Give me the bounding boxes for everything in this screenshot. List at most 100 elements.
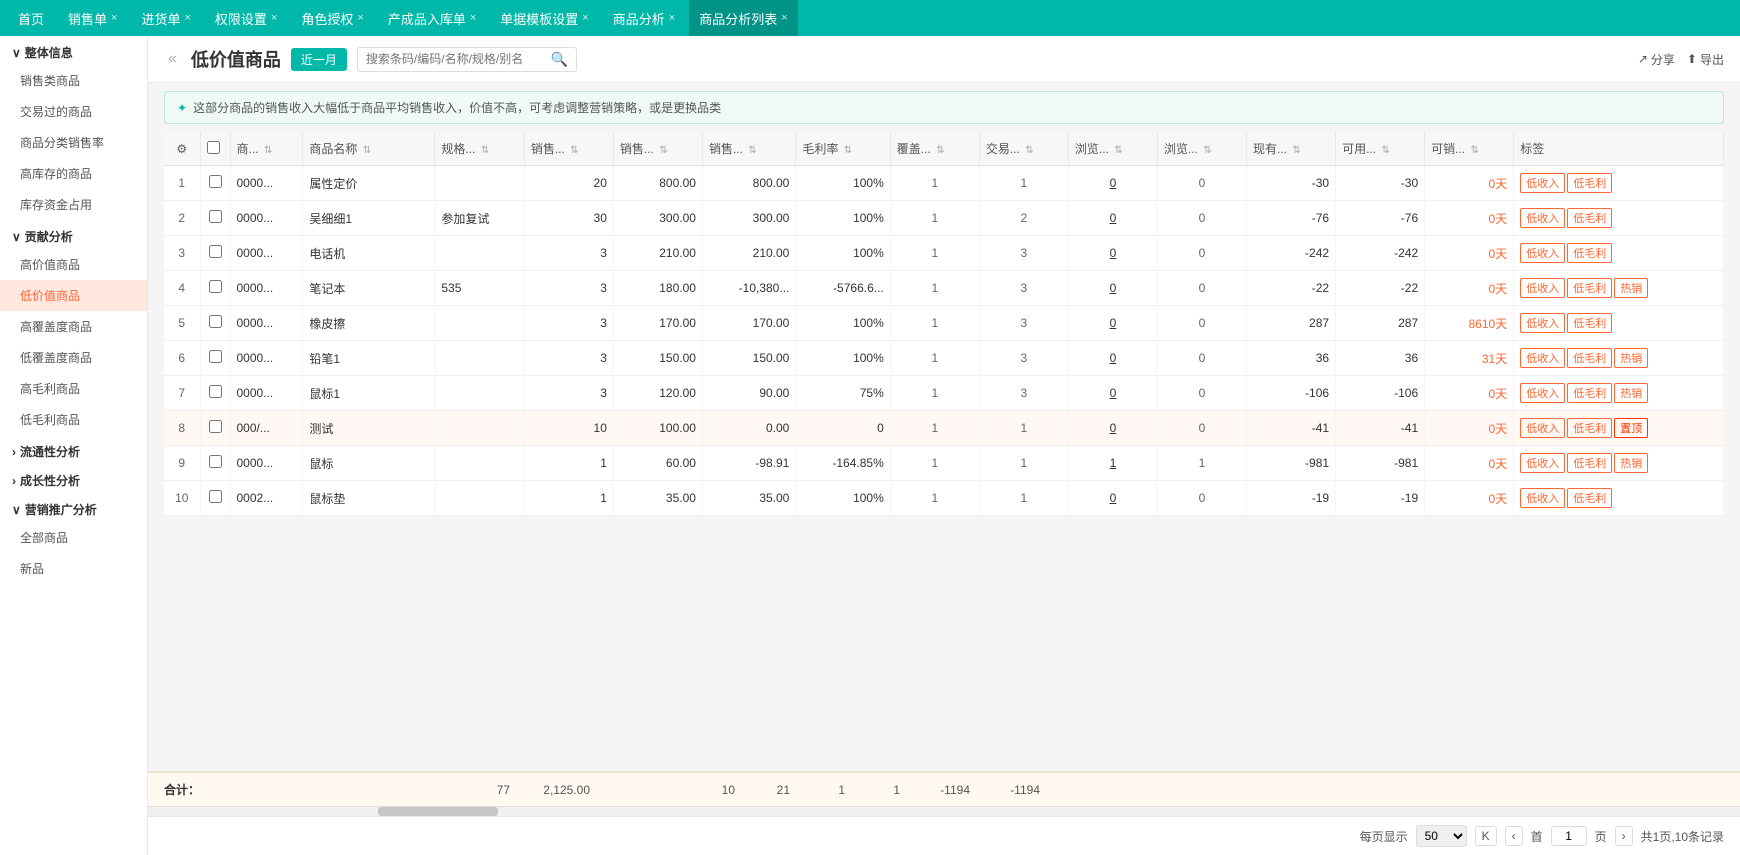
row-browse1[interactable]: 0: [1068, 201, 1157, 236]
sidebar-item-new-goods[interactable]: 新品: [0, 553, 147, 584]
close-icon[interactable]: ×: [669, 12, 675, 24]
col-browse1[interactable]: 浏览... ⇅: [1068, 132, 1157, 166]
sidebar-item-stock-fund[interactable]: 库存资金占用: [0, 189, 147, 220]
col-profit-rate[interactable]: 毛利率 ⇅: [796, 132, 890, 166]
row-checkbox[interactable]: [209, 455, 222, 468]
row-checkbox-cell[interactable]: [200, 341, 230, 376]
gear-icon[interactable]: ⚙: [176, 142, 187, 156]
row-checkbox[interactable]: [209, 210, 222, 223]
row-checkbox[interactable]: [209, 420, 222, 433]
row-checkbox[interactable]: [209, 315, 222, 328]
col-s1[interactable]: 销售... ⇅: [524, 132, 613, 166]
share-btn[interactable]: ↗ 分享: [1638, 51, 1675, 68]
sidebar-item-category-rate[interactable]: 商品分类销售率: [0, 127, 147, 158]
sidebar-group-contribution[interactable]: ∨ 贡献分析: [0, 220, 147, 249]
page-input[interactable]: [1551, 826, 1587, 846]
sidebar-item-low-coverage[interactable]: 低覆盖度商品: [0, 342, 147, 373]
sidebar-item-high-profit[interactable]: 高毛利商品: [0, 373, 147, 404]
nav-template[interactable]: 单据模板设置 ×: [490, 0, 598, 36]
col-coverage[interactable]: 覆盖... ⇅: [890, 132, 979, 166]
nav-role[interactable]: 角色授权 ×: [291, 0, 373, 36]
row-browse1[interactable]: 0: [1068, 341, 1157, 376]
row-checkbox-cell[interactable]: [200, 271, 230, 306]
row-checkbox[interactable]: [209, 245, 222, 258]
close-icon[interactable]: ×: [582, 12, 588, 24]
sidebar-item-high-coverage[interactable]: 高覆盖度商品: [0, 311, 147, 342]
nav-goods-list[interactable]: 商品分析列表 ×: [689, 0, 797, 36]
collapse-sidebar-btn[interactable]: «: [164, 48, 181, 70]
sidebar-item-low-value[interactable]: 低价值商品: [0, 280, 147, 311]
scroll-bar[interactable]: [148, 806, 1740, 816]
row-checkbox-cell[interactable]: [200, 306, 230, 341]
tag: 低收入: [1520, 243, 1565, 263]
row-browse1[interactable]: 0: [1068, 236, 1157, 271]
col-sellable[interactable]: 可销... ⇅: [1425, 132, 1514, 166]
page-size-select[interactable]: 50 100 200: [1416, 825, 1467, 847]
close-icon[interactable]: ×: [184, 12, 190, 24]
row-checkbox[interactable]: [209, 490, 222, 503]
nav-purchase[interactable]: 进货单 ×: [131, 0, 200, 36]
close-icon[interactable]: ×: [470, 12, 476, 24]
col-stock[interactable]: 现有... ⇅: [1247, 132, 1336, 166]
row-checkbox[interactable]: [209, 175, 222, 188]
sidebar-group-circulation[interactable]: › 流通性分析: [0, 435, 147, 464]
row-browse1[interactable]: 1: [1068, 446, 1157, 481]
row-browse1[interactable]: 0: [1068, 481, 1157, 516]
row-checkbox-cell[interactable]: [200, 481, 230, 516]
sidebar-group-growth[interactable]: › 成长性分析: [0, 464, 147, 493]
scroll-thumb[interactable]: [378, 807, 498, 816]
sidebar-group-overall[interactable]: ∨ 整体信息: [0, 36, 147, 65]
row-checkbox-cell[interactable]: [200, 166, 230, 201]
sidebar-group-marketing[interactable]: ∨ 营销推广分析: [0, 493, 147, 522]
nav-goods-analysis[interactable]: 商品分析 ×: [603, 0, 685, 36]
col-checkbox[interactable]: [200, 132, 230, 166]
close-icon[interactable]: ×: [357, 12, 363, 24]
sidebar-item-traded[interactable]: 交易过的商品: [0, 96, 147, 127]
row-checkbox-cell[interactable]: [200, 236, 230, 271]
date-filter-btn[interactable]: 近一月: [291, 48, 347, 71]
search-icon[interactable]: 🔍: [550, 51, 567, 68]
col-trade[interactable]: 交易... ⇅: [979, 132, 1068, 166]
col-name[interactable]: 商品名称 ⇅: [303, 132, 435, 166]
row-browse1[interactable]: 0: [1068, 306, 1157, 341]
col-s3[interactable]: 销售... ⇅: [702, 132, 795, 166]
sidebar-item-high-stock[interactable]: 高库存的商品: [0, 158, 147, 189]
row-checkbox-cell[interactable]: [200, 411, 230, 446]
nav-instock[interactable]: 产成品入库单 ×: [378, 0, 486, 36]
sidebar-item-high-value[interactable]: 高价值商品: [0, 249, 147, 280]
row-checkbox-cell[interactable]: [200, 376, 230, 411]
select-all-checkbox[interactable]: [207, 141, 220, 154]
next-page-btn[interactable]: ›: [1615, 826, 1633, 846]
nav-permission[interactable]: 权限设置 ×: [205, 0, 287, 36]
prev-page-btn[interactable]: ‹: [1505, 826, 1523, 846]
table-container[interactable]: ⚙ 商... ⇅ 商品名称 ⇅ 规格... ⇅ 销售... ⇅ 销售... ⇅ …: [164, 132, 1724, 771]
row-checkbox-cell[interactable]: [200, 201, 230, 236]
search-input[interactable]: [366, 52, 551, 66]
col-s2[interactable]: 销售... ⇅: [613, 132, 702, 166]
close-icon[interactable]: ×: [111, 12, 117, 24]
row-checkbox-cell[interactable]: [200, 446, 230, 481]
first-page-btn[interactable]: K: [1475, 826, 1497, 846]
row-browse1[interactable]: 0: [1068, 376, 1157, 411]
close-icon[interactable]: ×: [781, 12, 787, 24]
row-s2: 180.00: [613, 271, 702, 306]
col-avail[interactable]: 可用... ⇅: [1336, 132, 1425, 166]
row-browse1[interactable]: 0: [1068, 166, 1157, 201]
sidebar-item-sales-goods[interactable]: 销售类商品: [0, 65, 147, 96]
close-icon[interactable]: ×: [271, 12, 277, 24]
row-checkbox[interactable]: [209, 350, 222, 363]
col-browse2[interactable]: 浏览... ⇅: [1157, 132, 1246, 166]
row-name: 鼠标: [303, 446, 435, 481]
row-browse1[interactable]: 0: [1068, 271, 1157, 306]
row-checkbox[interactable]: [209, 385, 222, 398]
sidebar-item-all-goods[interactable]: 全部商品: [0, 522, 147, 553]
row-browse1[interactable]: 0: [1068, 411, 1157, 446]
sidebar-item-low-profit[interactable]: 低毛利商品: [0, 404, 147, 435]
row-checkbox[interactable]: [209, 280, 222, 293]
nav-sales[interactable]: 销售单 ×: [58, 0, 127, 36]
export-btn[interactable]: ⬆ 导出: [1687, 51, 1724, 68]
col-code[interactable]: 商... ⇅: [230, 132, 303, 166]
col-spec[interactable]: 规格... ⇅: [435, 132, 524, 166]
col-settings[interactable]: ⚙: [164, 132, 200, 166]
nav-home[interactable]: 首页: [8, 0, 54, 36]
